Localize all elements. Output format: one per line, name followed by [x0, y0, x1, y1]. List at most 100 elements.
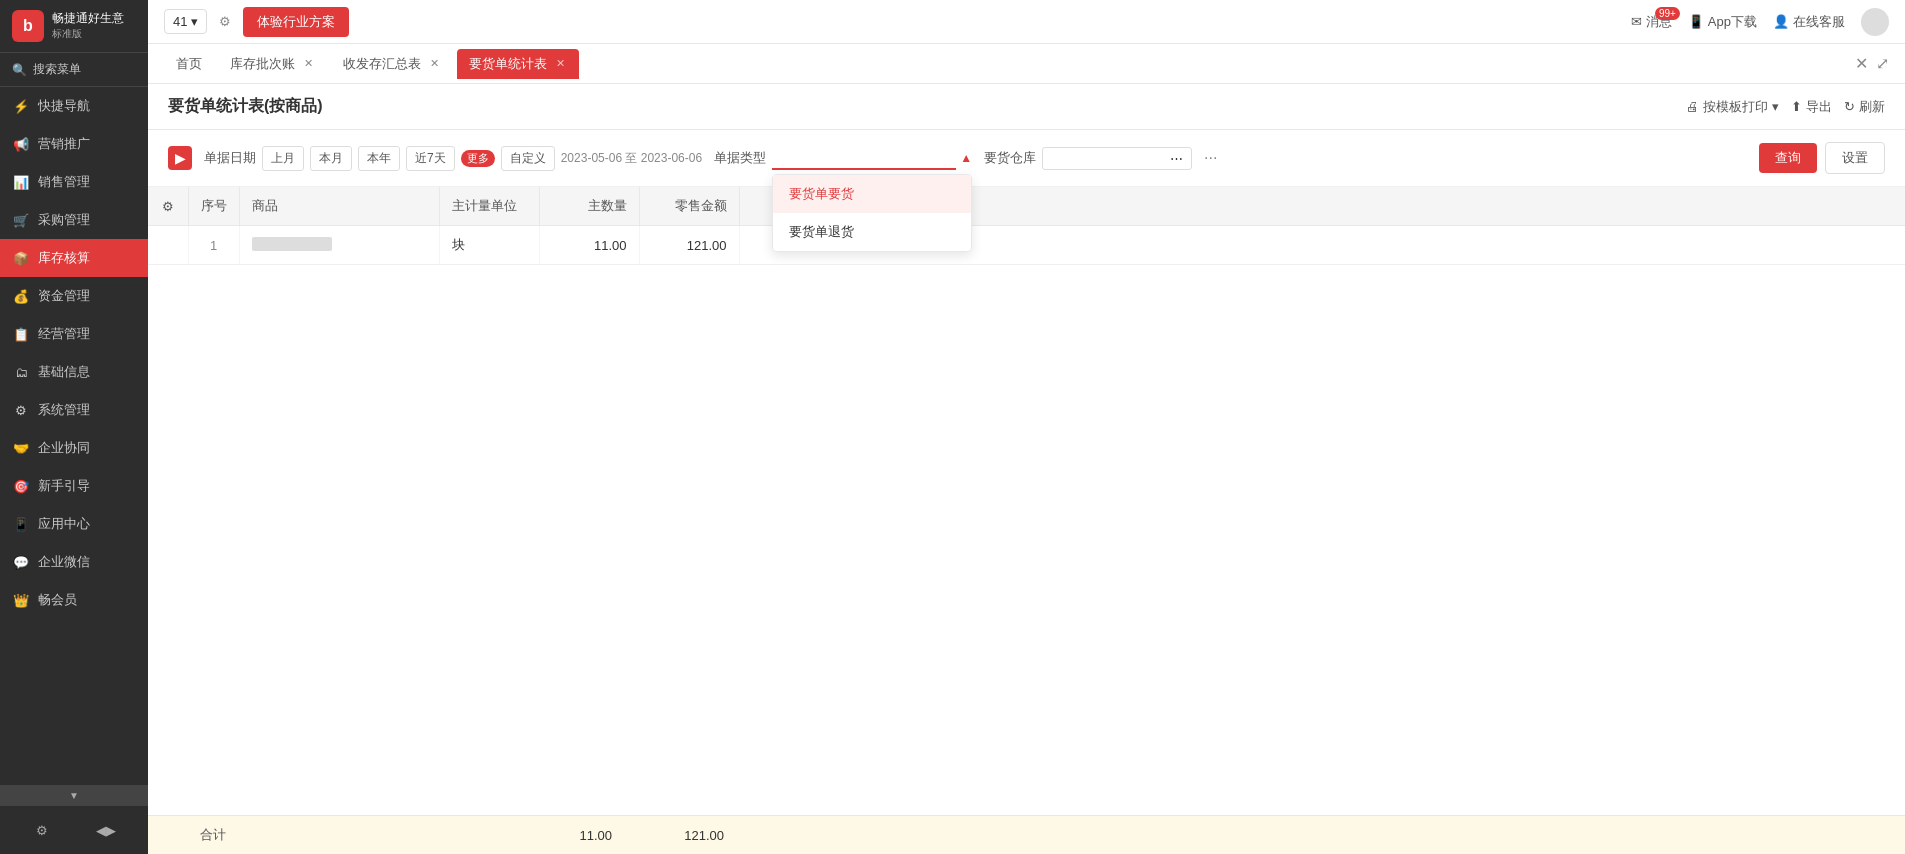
- column-settings-icon[interactable]: ⚙: [162, 199, 174, 214]
- marketing-icon: 📢: [12, 135, 30, 153]
- tab-receipt-summary-close[interactable]: ✕: [427, 57, 441, 71]
- store-selector[interactable]: 41 ▾: [164, 9, 207, 34]
- quick-nav-icon: ⚡: [12, 97, 30, 115]
- sidebar-item-guide[interactable]: 🎯 新手引导: [0, 467, 148, 505]
- refresh-action[interactable]: ↻ 刷新: [1844, 98, 1885, 116]
- print-template-action[interactable]: 🖨 按模板打印 ▾: [1686, 98, 1779, 116]
- sidebar-search[interactable]: 🔍 搜索菜单: [0, 53, 148, 87]
- page-actions: 🖨 按模板打印 ▾ ⬆ 导出 ↻ 刷新: [1686, 98, 1885, 116]
- store-name: 41: [173, 14, 187, 29]
- filter-expand-button[interactable]: ▶: [168, 146, 192, 170]
- sidebar-item-label: 销售管理: [38, 173, 90, 191]
- trial-button[interactable]: 体验行业方案: [243, 7, 349, 37]
- tab-bar: 首页 库存批次账 ✕ 收发存汇总表 ✕ 要货单统计表 ✕ ✕ ⤢: [148, 44, 1905, 84]
- sidebar-item-label: 基础信息: [38, 363, 90, 381]
- type-filter-label: 单据类型: [714, 149, 766, 167]
- topbar-right: ✉ 消息 99+ 📱 App下载 👤 在线客服: [1631, 8, 1889, 36]
- tab-home-label: 首页: [176, 55, 202, 73]
- warehouse-select[interactable]: ⋯: [1042, 147, 1192, 170]
- settings-button[interactable]: ⚙: [28, 816, 56, 844]
- tab-order-stats-label: 要货单统计表: [469, 55, 547, 73]
- date-this-year-btn[interactable]: 本年: [358, 146, 400, 171]
- table-footer: 合计 11.00 121.00: [148, 815, 1905, 854]
- type-select-container: ▲ 要货单要货 要货单退货: [772, 147, 972, 170]
- sidebar-item-label: 企业协同: [38, 439, 90, 457]
- sales-icon: 📊: [12, 173, 30, 191]
- tab-order-stats[interactable]: 要货单统计表 ✕: [457, 49, 579, 79]
- date-recent-btn[interactable]: 近7天: [406, 146, 455, 171]
- sidebar-item-sales[interactable]: 📊 销售管理: [0, 163, 148, 201]
- footer-amount: 121.00: [624, 828, 724, 843]
- tab-close-all-icon[interactable]: ✕: [1855, 54, 1868, 73]
- sidebar-item-label: 库存核算: [38, 249, 90, 267]
- date-filter-group: 单据日期 上月 本月 本年 近7天 更多 自定义 2023-05-06 至 20…: [204, 146, 702, 171]
- tab-inventory-batch[interactable]: 库存批次账 ✕: [218, 49, 327, 79]
- type-select-input[interactable]: [772, 147, 956, 170]
- logo-sub: 标准版: [52, 27, 124, 41]
- date-more-badge[interactable]: 更多: [461, 150, 495, 167]
- date-filter-label: 单据日期: [204, 149, 256, 167]
- date-custom-btn[interactable]: 自定义: [501, 146, 555, 171]
- tab-inventory-batch-close[interactable]: ✕: [301, 57, 315, 71]
- sidebar-item-member[interactable]: 👑 畅会员: [0, 581, 148, 619]
- tab-order-stats-close[interactable]: ✕: [553, 57, 567, 71]
- sidebar-item-operations[interactable]: 📋 经营管理: [0, 315, 148, 353]
- basic-icon: 🗂: [12, 363, 30, 381]
- tab-bar-actions: ✕ ⤢: [1855, 54, 1889, 73]
- sidebar-scroll-down[interactable]: ▼: [0, 785, 148, 805]
- date-last-month-btn[interactable]: 上月: [262, 146, 304, 171]
- table-container: ⚙ 序号 商品 主计量单位 主数量 零售金额 1: [148, 187, 1905, 815]
- app-download-label: App下载: [1708, 13, 1757, 31]
- filter-settings-button[interactable]: 设置: [1825, 142, 1885, 174]
- sidebar-item-basic[interactable]: 🗂 基础信息: [0, 353, 148, 391]
- export-action[interactable]: ⬆ 导出: [1791, 98, 1832, 116]
- sidebar-item-enterprise[interactable]: 🤝 企业协同: [0, 429, 148, 467]
- sidebar-item-label: 企业微信: [38, 553, 90, 571]
- table-row: 1 块 11.00 121.00: [148, 226, 1905, 265]
- sidebar-item-inventory[interactable]: 📦 库存核算: [0, 239, 148, 277]
- sidebar-item-label: 经营管理: [38, 325, 90, 343]
- sidebar-logo: b 畅捷通好生意 标准版: [0, 0, 148, 53]
- logo-name: 畅捷通好生意: [52, 11, 124, 27]
- service-icon: 👤: [1773, 14, 1789, 29]
- messages-item[interactable]: ✉ 消息 99+: [1631, 13, 1672, 31]
- app-download-item[interactable]: 📱 App下载: [1688, 13, 1757, 31]
- member-icon: 👑: [12, 591, 30, 609]
- filter-more-dots[interactable]: ···: [1204, 149, 1217, 167]
- main-content: 41 ▾ ⚙ 体验行业方案 ✉ 消息 99+ 📱 App下载 👤 在线客服: [148, 0, 1905, 854]
- inventory-icon: 📦: [12, 249, 30, 267]
- cell-settings: [148, 226, 188, 265]
- tab-home[interactable]: 首页: [164, 49, 214, 79]
- topbar-left: 41 ▾ ⚙ 体验行业方案: [164, 7, 1623, 37]
- sidebar-item-system[interactable]: ⚙ 系统管理: [0, 391, 148, 429]
- online-service-item[interactable]: 👤 在线客服: [1773, 13, 1845, 31]
- sidebar-item-label: 应用中心: [38, 515, 90, 533]
- phone-icon: 📱: [1688, 14, 1704, 29]
- type-select-arrow[interactable]: ▲: [960, 151, 972, 165]
- tab-expand-icon[interactable]: ⤢: [1876, 54, 1889, 73]
- purchase-icon: 🛒: [12, 211, 30, 229]
- sidebar-item-appstore[interactable]: 📱 应用中心: [0, 505, 148, 543]
- sidebar-item-quick-nav[interactable]: ⚡ 快捷导航: [0, 87, 148, 125]
- dropdown-item-return[interactable]: 要货单退货: [773, 213, 971, 251]
- search-label: 搜索菜单: [33, 61, 81, 78]
- collapse-button[interactable]: ◀▶: [92, 816, 120, 844]
- table-header-row: ⚙ 序号 商品 主计量单位 主数量 零售金额: [148, 187, 1905, 226]
- sidebar-item-wechat[interactable]: 💬 企业微信: [0, 543, 148, 581]
- refresh-icon: ↻: [1844, 99, 1855, 114]
- cell-product: [239, 226, 439, 265]
- tab-receipt-summary[interactable]: 收发存汇总表 ✕: [331, 49, 453, 79]
- topbar-settings-icon[interactable]: ⚙: [215, 10, 235, 33]
- chevron-down-icon: ▾: [191, 14, 198, 29]
- dropdown-item-order[interactable]: 要货单要货: [773, 175, 971, 213]
- enterprise-icon: 🤝: [12, 439, 30, 457]
- sidebar-item-label: 快捷导航: [38, 97, 90, 115]
- sidebar-item-purchase[interactable]: 🛒 采购管理: [0, 201, 148, 239]
- sidebar-item-finance[interactable]: 💰 资金管理: [0, 277, 148, 315]
- logo-text-block: 畅捷通好生意 标准版: [52, 11, 124, 41]
- query-button[interactable]: 查询: [1759, 143, 1817, 173]
- date-this-month-btn[interactable]: 本月: [310, 146, 352, 171]
- user-avatar[interactable]: [1861, 8, 1889, 36]
- sidebar-item-marketing[interactable]: 📢 营销推广: [0, 125, 148, 163]
- print-template-label: 按模板打印: [1703, 98, 1768, 116]
